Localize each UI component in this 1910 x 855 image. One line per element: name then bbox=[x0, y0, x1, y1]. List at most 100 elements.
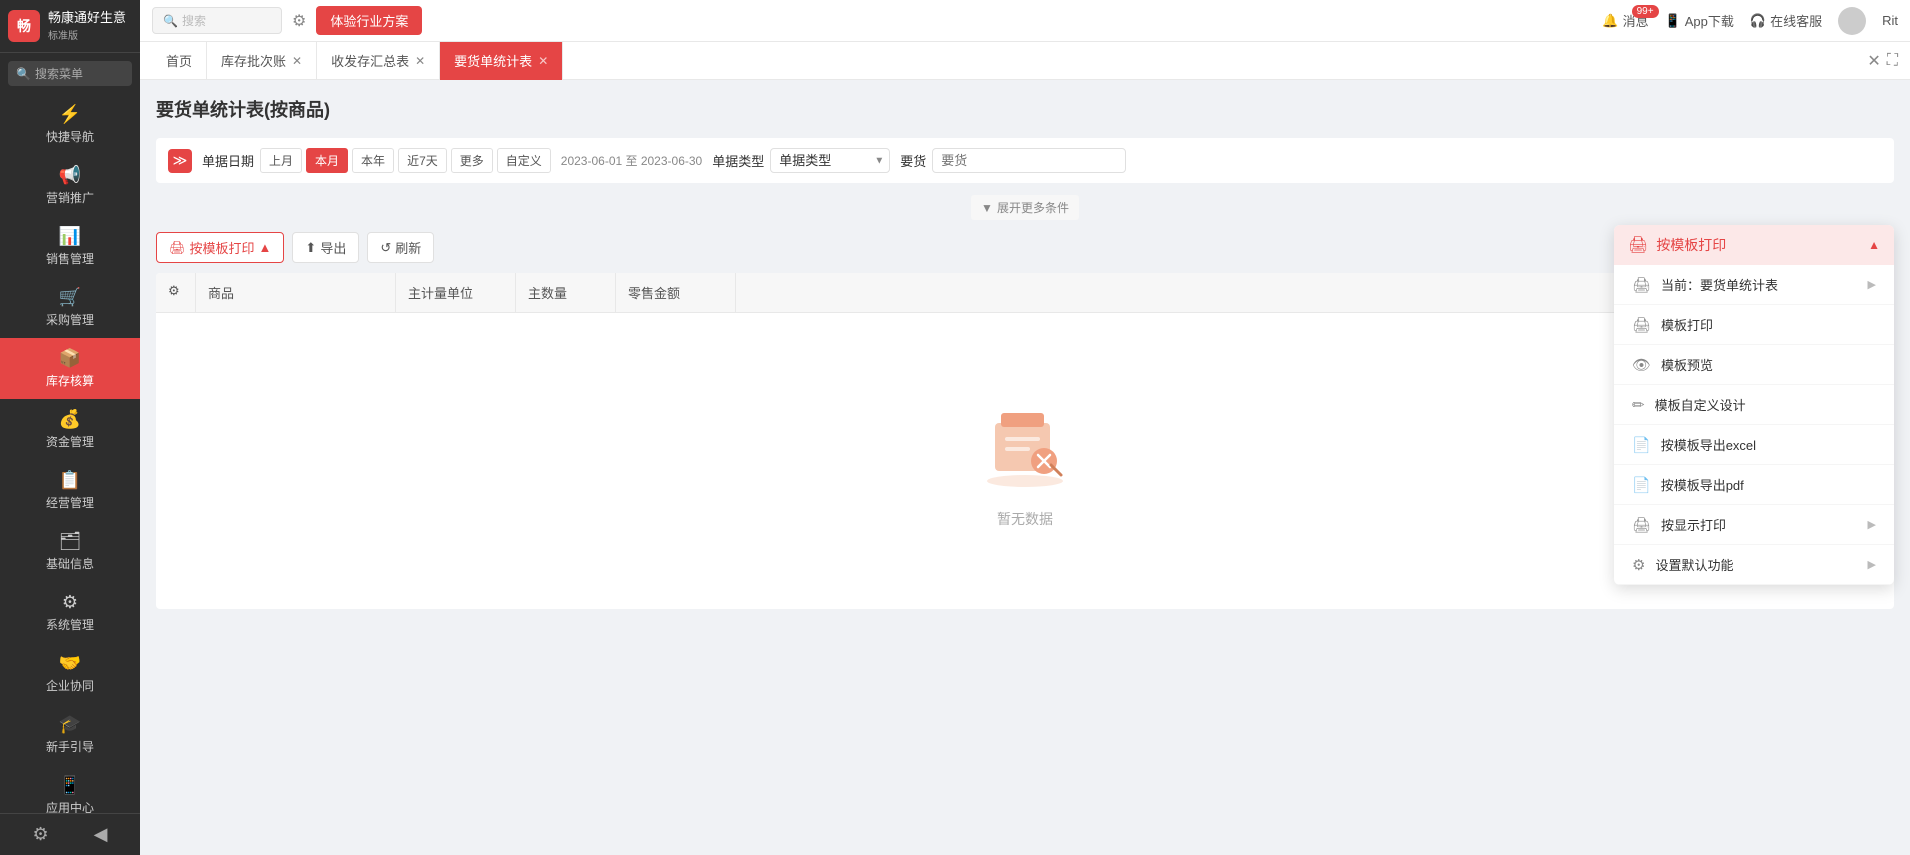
sidebar-logo: 畅 畅康通好生意 标准版 bbox=[0, 0, 140, 53]
username-label[interactable]: Rit bbox=[1882, 13, 1898, 28]
template-custom-icon: ✏ bbox=[1632, 396, 1645, 414]
expand-more-button[interactable]: ▼ 展开更多条件 bbox=[971, 195, 1079, 220]
export-label: 导出 bbox=[320, 238, 346, 257]
app-download-button[interactable]: 📱 App下载 bbox=[1665, 11, 1734, 30]
dropdown-template-print[interactable]: 🖨 模板打印 bbox=[1614, 305, 1894, 345]
th-qty: 主数量 bbox=[516, 273, 616, 312]
topbar-gear-icon[interactable]: ⚙ bbox=[292, 11, 306, 31]
dropdown-printer-icon: 🖨 bbox=[1628, 235, 1648, 255]
filter-expand-button[interactable]: ≫ bbox=[168, 149, 192, 173]
dropdown-template-excel[interactable]: 📄 按模板导出excel bbox=[1614, 425, 1894, 465]
date-btn-this-year[interactable]: 本年 bbox=[352, 148, 394, 173]
dropdown-template-pdf[interactable]: 📄 按模板导出pdf bbox=[1614, 465, 1894, 505]
inventory-icon: 📦 bbox=[59, 348, 81, 369]
basic-info-icon: 🗂 bbox=[59, 531, 82, 552]
tab-receipt-summary-label: 收发存汇总表 bbox=[331, 51, 409, 70]
sidebar-item-label: 新手引导 bbox=[46, 738, 94, 755]
collapse-icon[interactable]: ◀ bbox=[94, 824, 108, 845]
search-label: 搜索菜单 bbox=[35, 65, 83, 82]
sidebar-search[interactable]: 🔍 搜索菜单 bbox=[8, 61, 132, 86]
empty-illustration bbox=[965, 393, 1085, 493]
dropdown-template-custom[interactable]: ✏ 模板自定义设计 bbox=[1614, 385, 1894, 425]
topbar-right: 🔔 消息 99+ 📱 App下载 🎧 在线客服 Rit bbox=[1602, 7, 1898, 35]
sidebar-nav: ⚡ 快捷导航 📢 营销推广 📊 销售管理 🛒 采购管理 📦 库存核算 💰 资金管… bbox=[0, 94, 140, 813]
system-icon: ⚙ bbox=[62, 592, 78, 613]
default-fn-arrow: ▶ bbox=[1868, 558, 1876, 571]
tab-inventory-batch-label: 库存批次账 bbox=[221, 51, 286, 70]
sidebar-footer: ⚙ ◀ bbox=[0, 813, 140, 855]
close-window-icon[interactable]: ✕ bbox=[1867, 51, 1880, 71]
dropdown-template-preview[interactable]: 👁 模板预览 bbox=[1614, 345, 1894, 385]
th-settings[interactable]: ⚙ bbox=[156, 273, 196, 312]
date-btn-last-month[interactable]: 上月 bbox=[260, 148, 302, 173]
dropdown-current-item[interactable]: 🖨 当前：要货单统计表 ▶ bbox=[1614, 265, 1894, 305]
dropdown-default-fn[interactable]: ⚙ 设置默认功能 ▶ bbox=[1614, 545, 1894, 585]
maximize-window-icon[interactable]: ⛶ bbox=[1887, 52, 1898, 70]
template-custom-label: 模板自定义设计 bbox=[1655, 395, 1746, 414]
export-button[interactable]: ⬆ 导出 bbox=[292, 232, 359, 263]
tab-order-summary[interactable]: 要货单统计表 ✕ bbox=[440, 42, 563, 80]
user-avatar[interactable] bbox=[1838, 7, 1866, 35]
sidebar-item-inventory[interactable]: 📦 库存核算 bbox=[0, 338, 140, 399]
online-service-button[interactable]: 🎧 在线客服 bbox=[1750, 11, 1822, 30]
date-filter-label: 单据日期 bbox=[202, 151, 254, 170]
page-title: 要货单统计表(按商品) bbox=[156, 96, 1894, 122]
refresh-icon: ↺ bbox=[380, 240, 391, 256]
sidebar-item-operations[interactable]: 📋 经营管理 bbox=[0, 460, 140, 521]
topbar-search-icon: 🔍 bbox=[163, 14, 178, 28]
operations-icon: 📋 bbox=[59, 470, 81, 491]
dropdown-collapse-icon[interactable]: ▲ bbox=[1868, 238, 1880, 252]
display-print-label: 按显示打印 bbox=[1661, 515, 1726, 534]
refresh-button[interactable]: ↺ 刷新 bbox=[367, 232, 434, 263]
corp-collab-icon: 🤝 bbox=[59, 653, 81, 674]
current-item-icon: 🖨 bbox=[1632, 276, 1651, 294]
yh-input[interactable] bbox=[932, 148, 1126, 173]
tab-receipt-summary[interactable]: 收发存汇总表 ✕ bbox=[317, 42, 440, 80]
sidebar-item-marketing[interactable]: 📢 营销推广 bbox=[0, 155, 140, 216]
messages-button[interactable]: 🔔 消息 99+ bbox=[1602, 11, 1648, 30]
display-print-icon: 🖨 bbox=[1632, 516, 1651, 534]
th-unit: 主计量单位 bbox=[396, 273, 516, 312]
tab-receipt-summary-close[interactable]: ✕ bbox=[415, 54, 425, 68]
sidebar-item-newbie[interactable]: 🎓 新手引导 bbox=[0, 704, 140, 765]
window-buttons: ✕ ⛶ bbox=[1867, 51, 1898, 71]
tab-order-summary-close[interactable]: ✕ bbox=[538, 54, 548, 68]
date-btn-custom[interactable]: 自定义 bbox=[497, 148, 551, 173]
tab-home[interactable]: 首页 bbox=[152, 42, 207, 80]
sales-icon: 📊 bbox=[59, 226, 81, 247]
sidebar-item-app-center[interactable]: 📱 应用中心 bbox=[0, 765, 140, 813]
topbar-search[interactable]: 🔍 搜索 bbox=[152, 7, 282, 34]
settings-footer-icon[interactable]: ⚙ bbox=[33, 824, 49, 845]
dropdown-menu: 🖨 按模板打印 ▲ 🖨 当前：要货单统计表 ▶ 🖨 模板打印 👁 模板预览 bbox=[1614, 225, 1894, 585]
sidebar-item-corp-collab[interactable]: 🤝 企业协同 bbox=[0, 643, 140, 704]
printer-icon: 🖨 bbox=[169, 240, 186, 256]
sidebar-item-quick-nav[interactable]: ⚡ 快捷导航 bbox=[0, 94, 140, 155]
sidebar-item-system[interactable]: ⚙ 系统管理 bbox=[0, 582, 140, 643]
template-print-button[interactable]: 🖨 按模板打印 ▲ bbox=[156, 232, 284, 263]
sidebar-item-label: 营销推广 bbox=[46, 189, 94, 206]
doc-type-select-wrapper: 单据类型 ▼ bbox=[770, 148, 890, 173]
dropdown-header[interactable]: 🖨 按模板打印 ▲ bbox=[1614, 225, 1894, 265]
date-btn-7days[interactable]: 近7天 bbox=[398, 148, 447, 173]
main-area: 🔍 搜索 ⚙ 体验行业方案 🔔 消息 99+ 📱 App下载 🎧 在线客服 Ri… bbox=[140, 0, 1910, 855]
yh-label: 要货 bbox=[900, 151, 926, 170]
tab-inventory-batch-close[interactable]: ✕ bbox=[292, 54, 302, 68]
template-print-menu-label: 模板打印 bbox=[1661, 315, 1713, 334]
default-fn-label: 设置默认功能 bbox=[1655, 555, 1733, 574]
sidebar-item-label: 经营管理 bbox=[46, 494, 94, 511]
dropdown-display-print[interactable]: 🖨 按显示打印 ▶ bbox=[1614, 505, 1894, 545]
doc-type-select[interactable]: 单据类型 bbox=[770, 148, 890, 173]
logo-icon: 畅 bbox=[8, 10, 40, 42]
quick-nav-icon: ⚡ bbox=[59, 104, 81, 125]
tab-inventory-batch[interactable]: 库存批次账 ✕ bbox=[207, 42, 317, 80]
date-btn-this-month[interactable]: 本月 bbox=[306, 148, 348, 173]
sidebar-item-finance[interactable]: 💰 资金管理 bbox=[0, 399, 140, 460]
sidebar-item-purchase[interactable]: 🛒 采购管理 bbox=[0, 277, 140, 338]
newbie-icon: 🎓 bbox=[59, 714, 81, 735]
sidebar-item-sales[interactable]: 📊 销售管理 bbox=[0, 216, 140, 277]
template-print-menu-icon: 🖨 bbox=[1632, 316, 1651, 334]
date-btn-more[interactable]: 更多 bbox=[451, 148, 493, 173]
trial-button[interactable]: 体验行业方案 bbox=[316, 6, 422, 35]
sidebar-item-basic-info[interactable]: 🗂 基础信息 bbox=[0, 521, 140, 582]
sidebar-item-label: 快捷导航 bbox=[46, 128, 94, 145]
